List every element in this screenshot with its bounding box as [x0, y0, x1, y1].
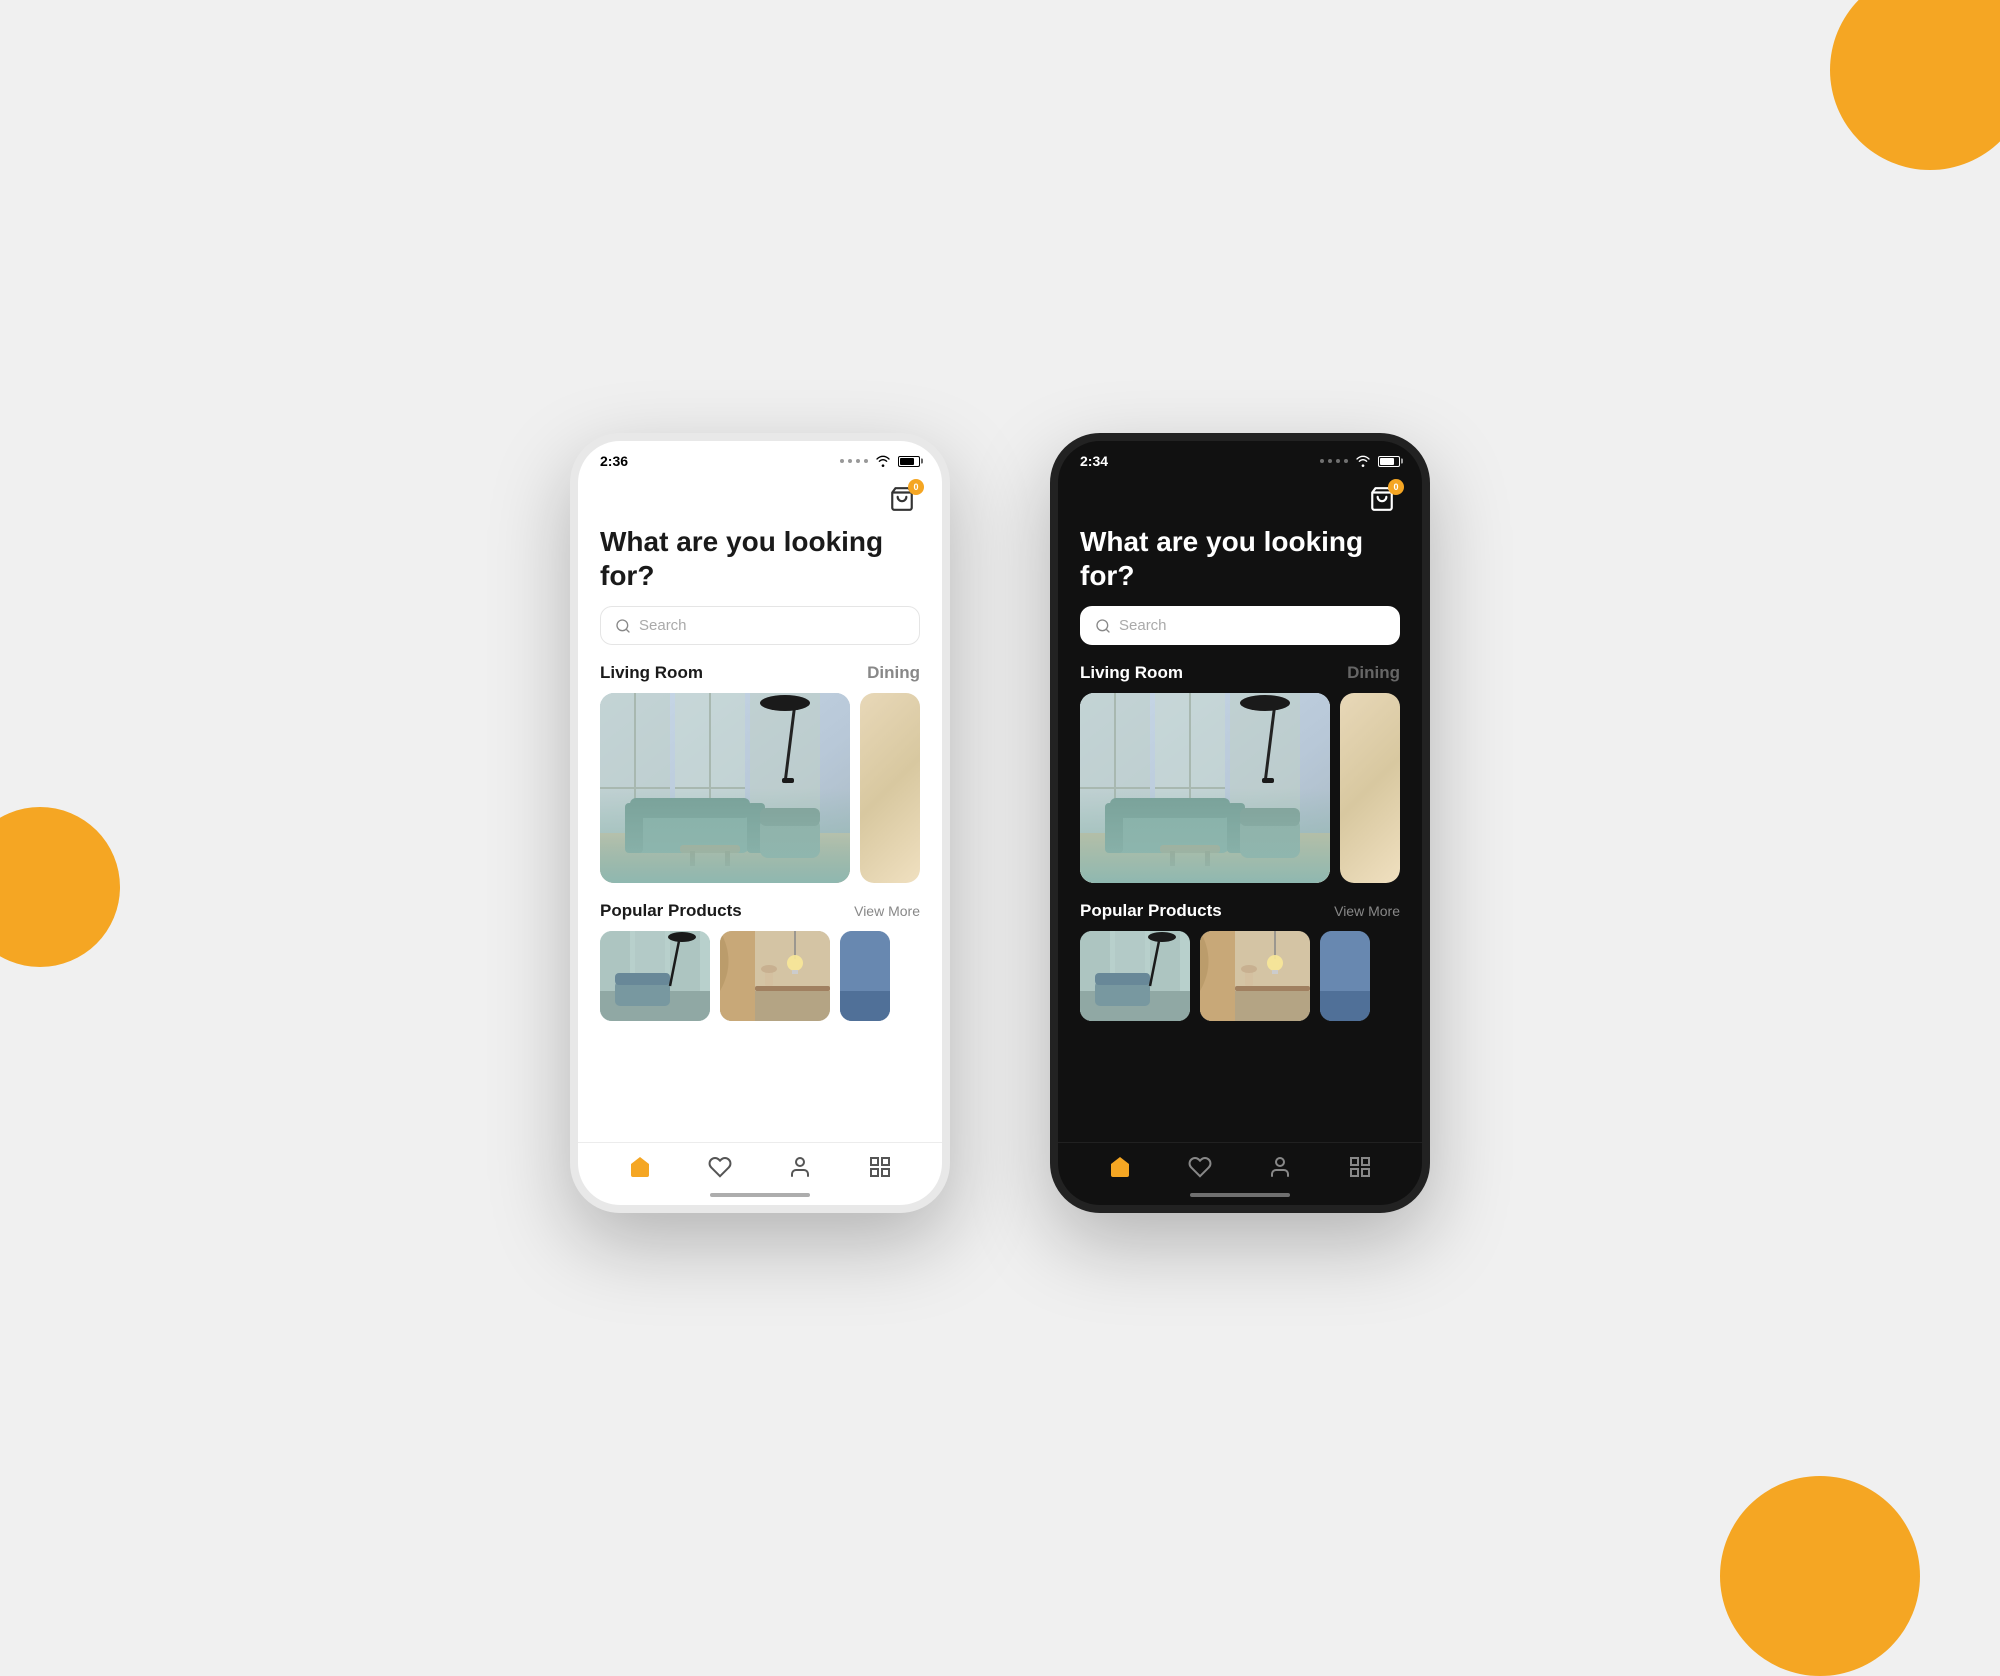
nav-profile-dark[interactable]: [1268, 1155, 1292, 1179]
status-bar-dark: 2:34: [1058, 441, 1422, 475]
phone-content-dark: 0 What are you looking for? Search Livin…: [1058, 475, 1422, 1142]
phone-dark: 2:34: [1050, 433, 1430, 1213]
user-icon-dark: [1268, 1155, 1292, 1179]
product-card-1-light[interactable]: [600, 931, 710, 1021]
home-icon-dark: [1108, 1155, 1132, 1179]
dining-label-light: Dining: [867, 663, 920, 683]
search-bar-light[interactable]: Search: [600, 606, 920, 645]
dining-card-partial-light[interactable]: [860, 693, 920, 883]
nav-favorites-dark[interactable]: [1188, 1155, 1212, 1179]
status-bar-light: 2:36: [578, 441, 942, 475]
cart-button-dark[interactable]: 0: [1364, 481, 1400, 517]
wifi-icon: [875, 455, 891, 467]
status-icons-light: [840, 455, 920, 467]
category-header-dark: Living Room Dining: [1058, 663, 1422, 693]
product-image-1-dark: [1080, 931, 1190, 1021]
decorative-circle-top-right: [1830, 0, 2000, 170]
dining-label-dark: Dining: [1347, 663, 1400, 683]
search-placeholder-dark: Search: [1119, 617, 1167, 634]
battery-icon-dark: [1378, 456, 1400, 467]
living-room-label-light: Living Room: [600, 663, 703, 683]
product-card-1-dark[interactable]: [1080, 931, 1190, 1021]
product-image-1-light: [600, 931, 710, 1021]
home-indicator-light: [578, 1187, 942, 1205]
products-row-light: [578, 931, 942, 1031]
signal-dot-4: [864, 459, 868, 463]
category-header-light: Living Room Dining: [578, 663, 942, 693]
top-bar-light: 0: [578, 475, 942, 517]
nav-profile-light[interactable]: [788, 1155, 812, 1179]
heart-icon-light: [708, 1155, 732, 1179]
grid-icon-light: [868, 1155, 892, 1179]
signal-dot-d1: [1320, 459, 1324, 463]
product-image-3-dark: [1320, 931, 1370, 1021]
battery-fill: [900, 458, 914, 465]
product-image-3-light: [840, 931, 890, 1021]
popular-title-dark: Popular Products: [1080, 901, 1222, 921]
view-more-light[interactable]: View More: [854, 903, 920, 919]
popular-header-dark: Popular Products View More: [1058, 901, 1422, 931]
product-card-2-dark[interactable]: [1200, 931, 1310, 1021]
living-room-card-dark[interactable]: [1080, 693, 1330, 883]
signal-dot-d4: [1344, 459, 1348, 463]
home-icon-light: [628, 1155, 652, 1179]
cart-badge-dark: 0: [1388, 479, 1404, 495]
search-placeholder-light: Search: [639, 617, 687, 634]
nav-favorites-light[interactable]: [708, 1155, 732, 1179]
living-room-image-light: [600, 693, 850, 883]
nav-home-light[interactable]: [628, 1155, 652, 1179]
home-bar-dark: [1190, 1193, 1290, 1197]
product-card-2-light[interactable]: [720, 931, 830, 1021]
bottom-nav-light: [578, 1142, 942, 1187]
home-bar-light: [710, 1193, 810, 1197]
category-row-light: [578, 693, 942, 901]
signal-dot-d3: [1336, 459, 1340, 463]
top-bar-dark: 0: [1058, 475, 1422, 517]
living-room-label-dark: Living Room: [1080, 663, 1183, 683]
signal-dot-2: [848, 459, 852, 463]
nav-grid-dark[interactable]: [1348, 1155, 1372, 1179]
time-dark: 2:34: [1080, 453, 1108, 469]
cart-button-light[interactable]: 0: [884, 481, 920, 517]
search-bar-dark[interactable]: Search: [1080, 606, 1400, 645]
nav-grid-light[interactable]: [868, 1155, 892, 1179]
battery-icon: [898, 456, 920, 467]
heading-light: What are you looking for?: [578, 517, 942, 606]
product-image-2-dark: [1200, 931, 1310, 1021]
bottom-nav-dark: [1058, 1142, 1422, 1187]
home-indicator-dark: [1058, 1187, 1422, 1205]
battery-fill-dark: [1380, 458, 1394, 465]
decorative-circle-left: [0, 807, 120, 967]
phones-container: 2:36: [570, 433, 1430, 1213]
phone-content-light: 0 What are you looking for? Search Livin…: [578, 475, 942, 1142]
signal-dot-d2: [1328, 459, 1332, 463]
heading-dark: What are you looking for?: [1058, 517, 1422, 606]
user-icon-light: [788, 1155, 812, 1179]
signal-dot-3: [856, 459, 860, 463]
dining-card-partial-dark[interactable]: [1340, 693, 1400, 883]
decorative-circle-bottom-right: [1720, 1476, 1920, 1676]
nav-home-dark[interactable]: [1108, 1155, 1132, 1179]
popular-header-light: Popular Products View More: [578, 901, 942, 931]
product-card-3-dark[interactable]: [1320, 931, 1370, 1021]
category-row-dark: [1058, 693, 1422, 901]
product-card-3-light[interactable]: [840, 931, 890, 1021]
time-light: 2:36: [600, 453, 628, 469]
status-icons-dark: [1320, 455, 1400, 467]
product-image-2-light: [720, 931, 830, 1021]
search-icon-light: [615, 618, 631, 634]
grid-icon-dark: [1348, 1155, 1372, 1179]
products-row-dark: [1058, 931, 1422, 1031]
living-room-card-light[interactable]: [600, 693, 850, 883]
view-more-dark[interactable]: View More: [1334, 903, 1400, 919]
popular-title-light: Popular Products: [600, 901, 742, 921]
phone-light: 2:36: [570, 433, 950, 1213]
signal-dot-1: [840, 459, 844, 463]
living-room-image-dark: [1080, 693, 1330, 883]
search-icon-dark: [1095, 618, 1111, 634]
cart-badge-light: 0: [908, 479, 924, 495]
heart-icon-dark: [1188, 1155, 1212, 1179]
wifi-icon-dark: [1355, 455, 1371, 467]
